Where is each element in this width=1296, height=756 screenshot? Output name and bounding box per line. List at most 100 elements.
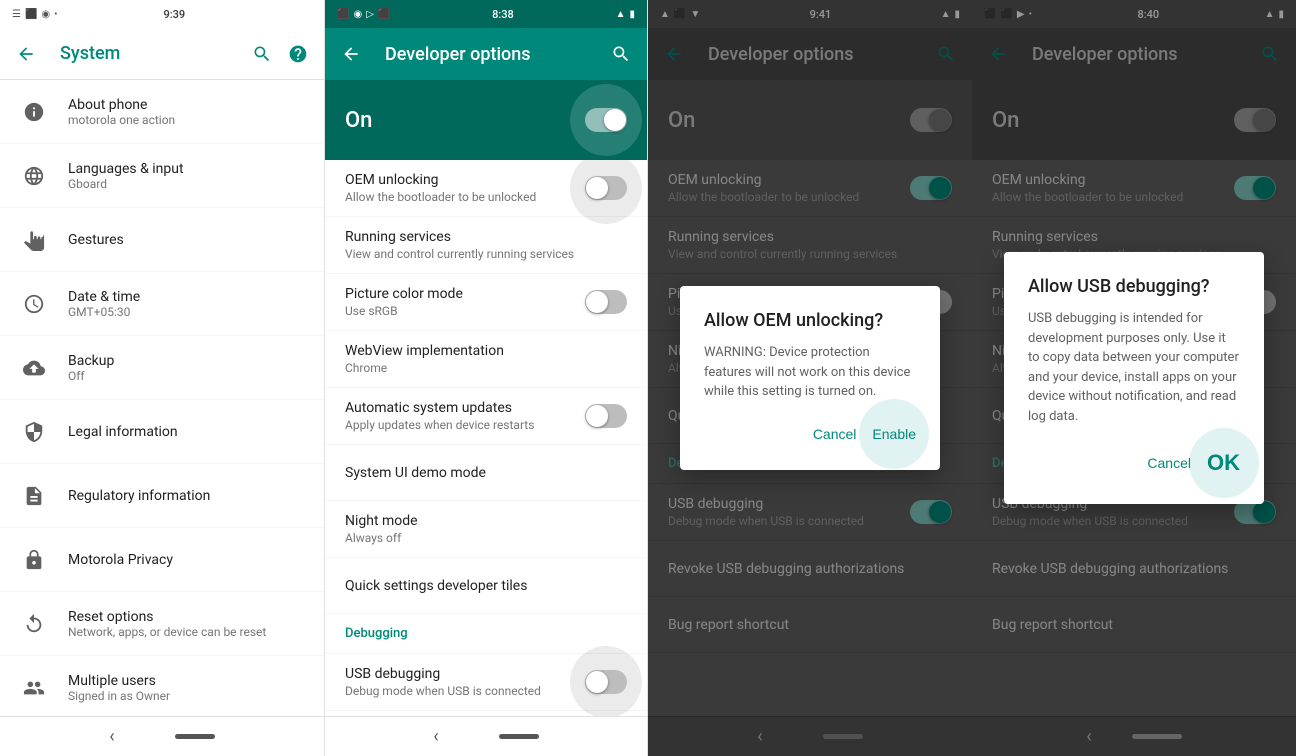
- oem-cancel-button[interactable]: Cancel: [813, 422, 857, 446]
- oem-enable-button[interactable]: Enable: [872, 422, 916, 446]
- nav-back-mid[interactable]: ‹: [433, 726, 438, 747]
- usb-dialog: Allow USB debugging? USB debugging is in…: [1004, 252, 1264, 504]
- nav-item-regulatory[interactable]: Regulatory information: [0, 464, 324, 528]
- webview-subtitle-mid: Chrome: [345, 361, 627, 375]
- setting-usb-mid[interactable]: USB debugging Debug mode when USB is con…: [325, 654, 647, 711]
- nav-item-users[interactable]: Multiple users Signed in as Owner: [0, 656, 324, 716]
- oem-dialog-actions: Cancel Enable: [704, 422, 916, 446]
- nav-title-backup: Backup: [68, 353, 114, 369]
- usb-dialog-actions: Cancel OK: [1028, 446, 1240, 480]
- bottom-nav-mid: ‹: [325, 716, 647, 756]
- picture-toggle-mid[interactable]: [585, 290, 627, 314]
- usb-dialog-title: Allow USB debugging?: [1028, 276, 1240, 297]
- status-right-mid: ▲▮: [616, 9, 635, 20]
- auto-updates-subtitle-mid: Apply updates when device restarts: [345, 418, 534, 432]
- nav-item-datetime[interactable]: Date & time GMT+05:30: [0, 272, 324, 336]
- picture-title-mid: Picture color mode: [345, 286, 463, 302]
- search-button-mid[interactable]: [603, 36, 639, 72]
- nav-home-mid[interactable]: [499, 734, 539, 739]
- status-left-icons: ☰ ⬛ ◉ •: [12, 9, 58, 20]
- dev-on-row-mid: On: [325, 80, 647, 160]
- reset-icon: [16, 606, 52, 642]
- setting-webview-mid[interactable]: WebView implementation Chrome: [325, 331, 647, 388]
- enable-btn-wrap: Enable: [872, 422, 916, 446]
- nav-item-gestures[interactable]: Gestures: [0, 208, 324, 272]
- usb-ok-button[interactable]: OK: [1207, 446, 1240, 480]
- debugging-label-mid: Debugging: [345, 626, 627, 641]
- setting-oem-mid[interactable]: OEM unlocking Allow the bootloader to be…: [325, 160, 647, 217]
- nav-subtitle-backup: Off: [68, 369, 114, 383]
- auto-updates-toggle-mid[interactable]: [585, 404, 627, 428]
- privacy-icon: [16, 542, 52, 578]
- nav-subtitle-datetime: GMT+05:30: [68, 305, 140, 319]
- nav-list-left: About phone motorola one action Language…: [0, 80, 324, 716]
- status-time-mid: 8:38: [492, 8, 514, 21]
- nav-item-reset[interactable]: Reset options Network, apps, or device c…: [0, 592, 324, 656]
- setting-picture-mid[interactable]: Picture color mode Use sRGB: [325, 274, 647, 331]
- usb-subtitle-mid: Debug mode when USB is connected: [345, 684, 541, 698]
- about-icon: [16, 94, 52, 130]
- nav-title-users: Multiple users: [68, 673, 170, 689]
- page-title-mid: Developer options: [385, 44, 603, 65]
- oem-subtitle-mid: Allow the bootloader to be unlocked: [345, 190, 536, 204]
- webview-title-mid: WebView implementation: [345, 343, 627, 359]
- nav-item-about[interactable]: About phone motorola one action: [0, 80, 324, 144]
- usb-cancel-button[interactable]: Cancel: [1147, 446, 1191, 480]
- setting-running-mid[interactable]: Running services View and control curren…: [325, 217, 647, 274]
- nav-title-reset: Reset options: [68, 609, 266, 625]
- back-button-mid[interactable]: [333, 36, 369, 72]
- nav-item-motorola-privacy[interactable]: Motorola Privacy: [0, 528, 324, 592]
- right3-panel: ⬛ ⬛ ▶ • 8:40 ▲▮ Developer options On: [972, 0, 1296, 756]
- usb-dialog-overlay: Allow USB debugging? USB debugging is in…: [972, 0, 1296, 756]
- nav-title-legal: Legal information: [68, 424, 178, 440]
- setting-night-mid[interactable]: Night mode Always off: [325, 501, 647, 558]
- nav-item-backup[interactable]: Backup Off: [0, 336, 324, 400]
- users-icon: [16, 670, 52, 706]
- nav-item-legal[interactable]: Legal information: [0, 400, 324, 464]
- nav-subtitle-users: Signed in as Owner: [68, 689, 170, 703]
- dev-on-label-mid: On: [345, 108, 585, 133]
- running-subtitle-mid: View and control currently running servi…: [345, 247, 627, 261]
- nav-back-arrow[interactable]: ‹: [109, 726, 114, 747]
- status-bar-mid: ⬛ ◉ ▷ ⬛ 8:38 ▲▮: [325, 0, 647, 28]
- auto-updates-title-mid: Automatic system updates: [345, 400, 534, 416]
- nav-subtitle-about: motorola one action: [68, 113, 175, 127]
- oem-dialog-overlay: Allow OEM unlocking? WARNING: Device pro…: [648, 0, 972, 756]
- night-title-mid: Night mode: [345, 513, 627, 529]
- nav-item-languages[interactable]: Languages & input Gboard: [0, 144, 324, 208]
- dev-toggle-mid[interactable]: [585, 108, 627, 132]
- backup-icon: [16, 350, 52, 386]
- toolbar-left: System: [0, 28, 324, 80]
- left-panel: ☰ ⬛ ◉ • 9:39 ▲ ▮ System About phone moto…: [0, 0, 325, 756]
- status-time-left: 9:39: [163, 8, 185, 21]
- usb-toggle-mid[interactable]: [585, 670, 627, 694]
- setting-auto-updates-mid[interactable]: Automatic system updates Apply updates w…: [325, 388, 647, 445]
- system-ui-title-mid: System UI demo mode: [345, 465, 627, 481]
- nav-title-languages: Languages & input: [68, 161, 184, 177]
- setting-system-ui-mid[interactable]: System UI demo mode: [325, 445, 647, 501]
- quicksettings-title-mid: Quick settings developer tiles: [345, 578, 627, 594]
- help-button-left[interactable]: [280, 36, 316, 72]
- status-left-mid: ⬛ ◉ ▷ ⬛: [337, 9, 390, 20]
- oem-dialog-title: Allow OEM unlocking?: [704, 310, 916, 331]
- nav-subtitle-reset: Network, apps, or device can be reset: [68, 625, 266, 639]
- nav-title-motorola-privacy: Motorola Privacy: [68, 552, 173, 568]
- nav-home-pill[interactable]: [175, 734, 215, 739]
- oem-dialog: Allow OEM unlocking? WARNING: Device pro…: [680, 286, 940, 470]
- datetime-icon: [16, 286, 52, 322]
- settings-list-mid: OEM unlocking Allow the bootloader to be…: [325, 160, 647, 716]
- nav-subtitle-languages: Gboard: [68, 177, 184, 191]
- back-button-left[interactable]: [8, 36, 44, 72]
- regulatory-icon: [16, 478, 52, 514]
- nav-title-gestures: Gestures: [68, 232, 124, 248]
- gestures-icon: [16, 222, 52, 258]
- oem-toggle-mid[interactable]: [585, 176, 627, 200]
- setting-quicksettings-mid[interactable]: Quick settings developer tiles: [325, 558, 647, 614]
- running-title-mid: Running services: [345, 229, 627, 245]
- usb-title-mid: USB debugging: [345, 666, 541, 682]
- status-bar-left: ☰ ⬛ ◉ • 9:39 ▲ ▮: [0, 0, 324, 28]
- page-title-left: System: [60, 43, 244, 64]
- toolbar-mid: Developer options: [325, 28, 647, 80]
- search-button-left[interactable]: [244, 36, 280, 72]
- oem-title-mid: OEM unlocking: [345, 172, 536, 188]
